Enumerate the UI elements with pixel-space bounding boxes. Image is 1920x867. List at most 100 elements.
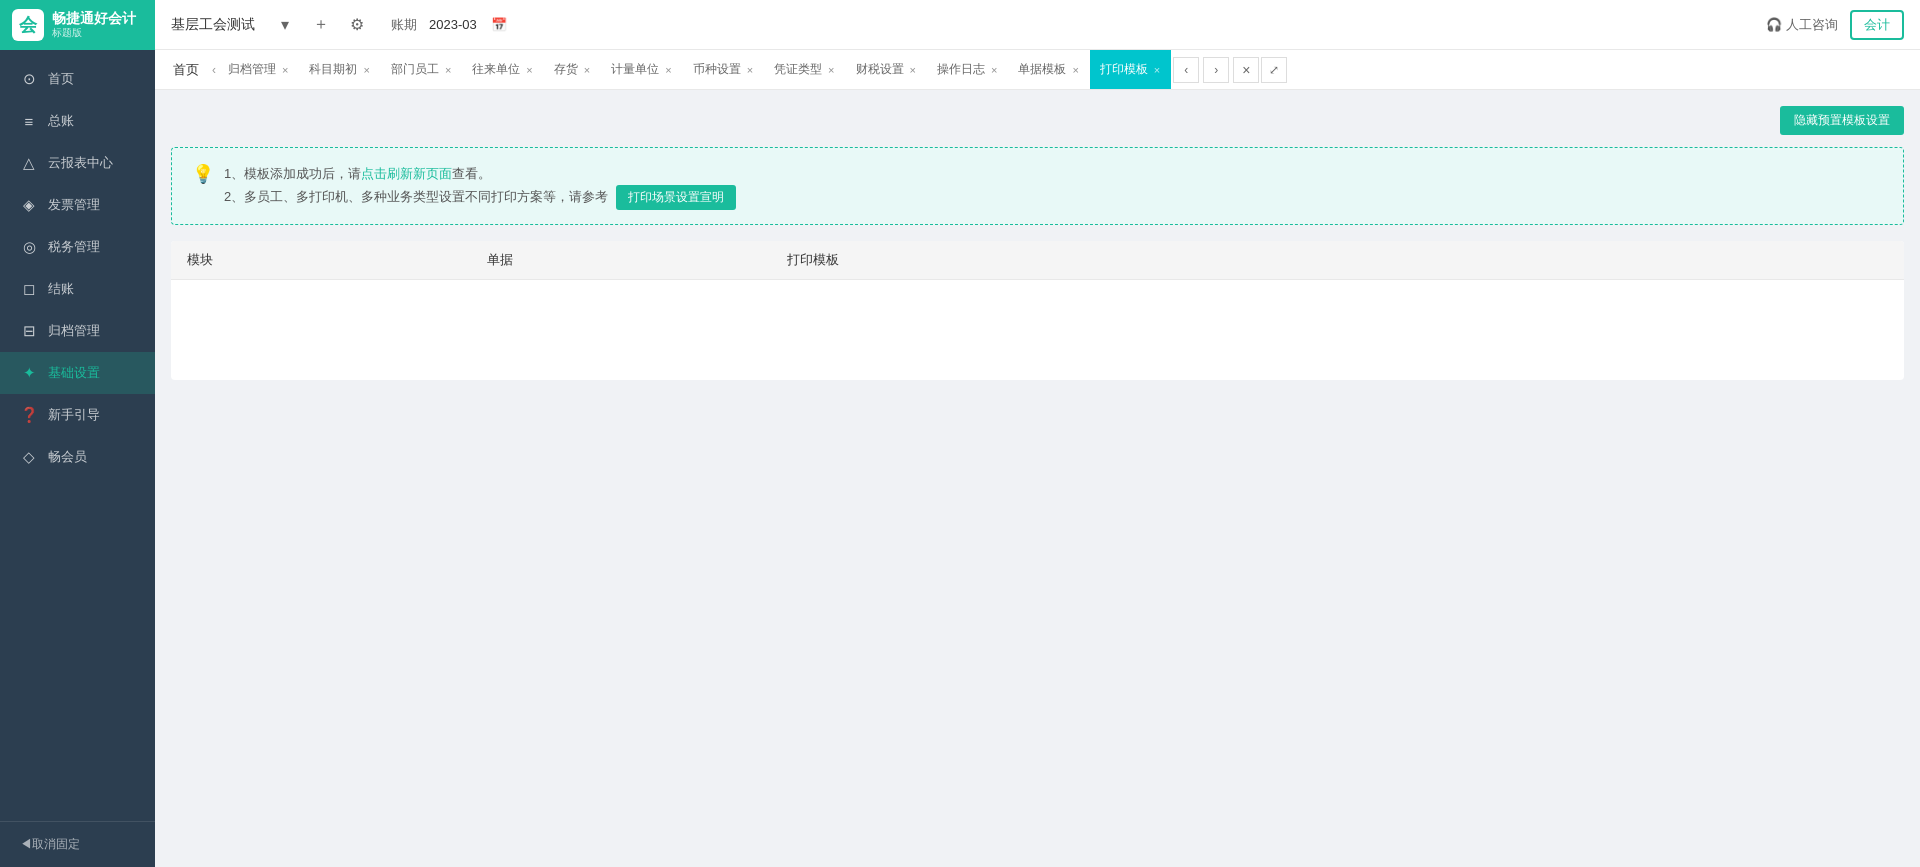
sidebar-item-reports[interactable]: △ 云报表中心	[0, 142, 155, 184]
tax-icon: ◎	[20, 238, 38, 256]
sidebar-item-label: 归档管理	[48, 322, 100, 340]
tab-currency[interactable]: 币种设置 ×	[683, 50, 764, 90]
tab-unit[interactable]: 计量单位 ×	[601, 50, 682, 90]
tab-currency-close[interactable]: ×	[747, 64, 753, 76]
service-btn[interactable]: 🎧 人工咨询	[1766, 16, 1838, 34]
tab-archive-close[interactable]: ×	[282, 64, 288, 76]
closing-icon: ◻	[20, 280, 38, 298]
tab-oplog-label: 操作日志	[937, 61, 985, 78]
unpin-label: ◀取消固定	[20, 836, 80, 853]
tab-inventory[interactable]: 存货 ×	[544, 50, 601, 90]
hide-template-btn[interactable]: 隐藏预置模板设置	[1780, 106, 1904, 135]
tab-inventory-label: 存货	[554, 61, 578, 78]
dropdown-btn[interactable]: ▾	[271, 11, 299, 39]
tab-expand-btn[interactable]: ⤢	[1261, 57, 1287, 83]
sidebar-nav: ⊙ 首页 ≡ 总账 △ 云报表中心 ◈ 发票管理 ◎ 税务管理 ◻ 结账 ⊟ 归…	[0, 50, 155, 821]
sidebar-item-settings[interactable]: ✦ 基础设置	[0, 352, 155, 394]
tab-separator: ‹	[212, 63, 216, 77]
tab-prev-btn[interactable]: ‹	[1173, 57, 1199, 83]
tab-voucher[interactable]: 凭证类型 ×	[764, 50, 845, 90]
tab-voucher-label: 凭证类型	[774, 61, 822, 78]
tab-taxsetting[interactable]: 财税设置 ×	[846, 50, 927, 90]
notice-line2: 2、多员工、多打印机、多种业务类型设置不同打印方案等，请参考 打印场景设置宣明	[224, 185, 736, 210]
tab-oplog-close[interactable]: ×	[991, 64, 997, 76]
notice-line1-pre: 1、模板添加成功后，请	[224, 166, 361, 181]
tab-inventory-close[interactable]: ×	[584, 64, 590, 76]
tab-oplog[interactable]: 操作日志 ×	[927, 50, 1008, 90]
ledger-icon: ≡	[20, 113, 38, 130]
tab-dept[interactable]: 部门员工 ×	[381, 50, 462, 90]
sidebar-item-ledger[interactable]: ≡ 总账	[0, 100, 155, 142]
tab-partner-close[interactable]: ×	[526, 64, 532, 76]
content-area: 隐藏预置模板设置 💡 1、模板添加成功后，请点击刷新新页面查看。 2、多员工、多…	[155, 90, 1920, 867]
sidebar-item-tax[interactable]: ◎ 税务管理	[0, 226, 155, 268]
notice-line1-post: 查看。	[452, 166, 491, 181]
table-header: 模块 单据 打印模板	[171, 241, 1904, 280]
archive-icon: ⊟	[20, 322, 38, 340]
tab-close-all-btn[interactable]: ×	[1233, 57, 1259, 83]
member-icon: ◇	[20, 448, 38, 466]
sidebar-item-closing[interactable]: ◻ 结账	[0, 268, 155, 310]
topbar-right: 🎧 人工咨询 会计	[1766, 10, 1904, 40]
sidebar-item-member[interactable]: ◇ 畅会员	[0, 436, 155, 478]
tab-doc-template[interactable]: 单据模板 ×	[1008, 50, 1089, 90]
lightbulb-icon: 💡	[192, 163, 214, 185]
col-header-doc: 单据	[487, 251, 787, 269]
company-name: 基层工会测试	[171, 16, 255, 34]
reports-icon: △	[20, 154, 38, 172]
account-btn[interactable]: 会计	[1850, 10, 1904, 40]
home-icon: ⊙	[20, 70, 38, 88]
sidebar-item-label: 基础设置	[48, 364, 100, 382]
topbar-actions: ▾ ＋ ⚙	[271, 11, 371, 39]
sidebar-item-label: 发票管理	[48, 196, 100, 214]
tab-partner-label: 往来单位	[472, 61, 520, 78]
notice-line1: 1、模板添加成功后，请点击刷新新页面查看。	[224, 162, 736, 185]
sidebar-item-invoice[interactable]: ◈ 发票管理	[0, 184, 155, 226]
guide-icon: ❓	[20, 406, 38, 424]
tab-voucher-close[interactable]: ×	[828, 64, 834, 76]
tab-doc-template-label: 单据模板	[1018, 61, 1066, 78]
tab-archive[interactable]: 归档管理 ×	[218, 50, 299, 90]
sidebar-item-home[interactable]: ⊙ 首页	[0, 58, 155, 100]
period-label: 账期	[391, 16, 417, 34]
logo-icon: 会	[12, 9, 44, 41]
service-label: 人工咨询	[1786, 16, 1838, 34]
tab-print-template-close[interactable]: ×	[1154, 64, 1160, 76]
sidebar-item-label: 畅会员	[48, 448, 87, 466]
tab-print-template-label: 打印模板	[1100, 61, 1148, 78]
sidebar-item-archive[interactable]: ⊟ 归档管理	[0, 310, 155, 352]
tab-next-btn[interactable]: ›	[1203, 57, 1229, 83]
sidebar: 会 畅捷通好会计 标题版 ⊙ 首页 ≡ 总账 △ 云报表中心 ◈ 发票管理 ◎ …	[0, 0, 155, 867]
action-row: 隐藏预置模板设置	[171, 106, 1904, 135]
tab-print-template[interactable]: 打印模板 ×	[1090, 50, 1171, 90]
tab-taxsetting-label: 财税设置	[856, 61, 904, 78]
sidebar-unpin-btn[interactable]: ◀取消固定	[0, 821, 155, 867]
tab-dept-close[interactable]: ×	[445, 64, 451, 76]
table-body	[171, 280, 1904, 380]
main-area: 基层工会测试 ▾ ＋ ⚙ 账期 2023-03 📅 🎧 人工咨询 会计 首页 ‹…	[155, 0, 1920, 867]
notice-refresh-link[interactable]: 点击刷新新页面	[361, 166, 452, 181]
tab-taxsetting-close[interactable]: ×	[910, 64, 916, 76]
calendar-icon[interactable]: 📅	[491, 17, 507, 32]
add-tab-btn[interactable]: ＋	[307, 11, 335, 39]
tab-subject-close[interactable]: ×	[363, 64, 369, 76]
tab-partner[interactable]: 往来单位 ×	[462, 50, 543, 90]
print-scene-btn[interactable]: 打印场景设置宣明	[616, 185, 736, 210]
sidebar-item-label: 首页	[48, 70, 74, 88]
tab-home[interactable]: 首页	[163, 50, 210, 90]
tab-subject[interactable]: 科目期初 ×	[299, 50, 380, 90]
topbar: 基层工会测试 ▾ ＋ ⚙ 账期 2023-03 📅 🎧 人工咨询 会计	[155, 0, 1920, 50]
sidebar-item-guide[interactable]: ❓ 新手引导	[0, 394, 155, 436]
tab-unit-label: 计量单位	[611, 61, 659, 78]
tab-doc-template-close[interactable]: ×	[1072, 64, 1078, 76]
tabbar: 首页 ‹ 归档管理 × 科目期初 × 部门员工 × 往来单位 × 存货 × 计量…	[155, 50, 1920, 90]
tab-currency-label: 币种设置	[693, 61, 741, 78]
invoice-icon: ◈	[20, 196, 38, 214]
settings-gear-btn[interactable]: ⚙	[343, 11, 371, 39]
tab-unit-close[interactable]: ×	[665, 64, 671, 76]
sidebar-logo: 会 畅捷通好会计 标题版	[0, 0, 155, 50]
data-table: 模块 单据 打印模板	[171, 241, 1904, 380]
sidebar-item-label: 结账	[48, 280, 74, 298]
sidebar-item-label: 新手引导	[48, 406, 100, 424]
logo-subtitle: 标题版	[52, 26, 136, 40]
